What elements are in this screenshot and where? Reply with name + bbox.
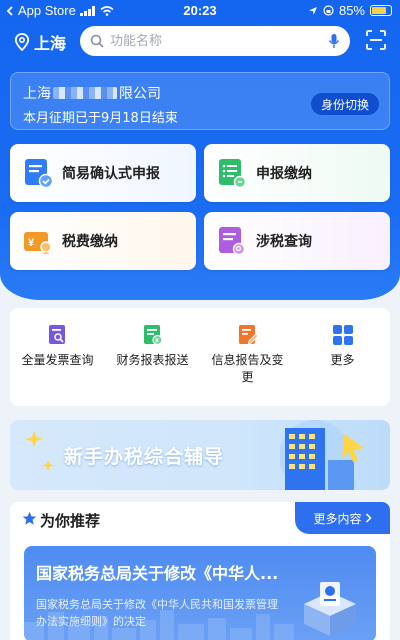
- building-illustration: [280, 420, 364, 490]
- news-title: 国家税务总局关于修改《中华人...: [36, 564, 279, 583]
- location-label: 上海: [34, 34, 67, 53]
- recommend-title: 为你推荐: [40, 512, 101, 530]
- more-content-label: 更多内容: [313, 511, 362, 526]
- list-form-icon: [219, 159, 247, 189]
- service-more[interactable]: 更多: [295, 324, 390, 406]
- battery-icon: [370, 5, 392, 16]
- chevron-right-icon: [365, 513, 372, 523]
- wallet-yuan-icon: ¥: [24, 232, 52, 254]
- service-info-report[interactable]: 信息报告及变更: [200, 324, 295, 406]
- tile-tax-payment[interactable]: ¥ 税费缴纳: [10, 212, 196, 270]
- service-label: 更多: [330, 353, 355, 367]
- tile-label: 税费缴纳: [62, 234, 118, 250]
- scan-icon[interactable]: [366, 30, 386, 50]
- tile-label: 涉税查询: [256, 234, 312, 250]
- status-bar: App Store 20:23 85%: [0, 0, 400, 22]
- sparkle-icon: [25, 430, 54, 471]
- service-label: 全量发票查询: [21, 353, 94, 367]
- search-input[interactable]: [110, 33, 328, 49]
- redacted-text: [53, 87, 117, 99]
- microphone-icon[interactable]: [328, 33, 340, 49]
- tile-label: 简易确认式申报: [62, 166, 160, 182]
- tile-simple-declaration[interactable]: 简易确认式申报: [10, 144, 196, 202]
- search-icon: [90, 34, 104, 48]
- tile-tax-query[interactable]: 涉税查询: [204, 212, 390, 270]
- document-check-icon: [25, 159, 54, 189]
- svg-text:¥: ¥: [28, 237, 35, 249]
- book-illustration: [304, 582, 356, 636]
- grid-more-icon: [332, 325, 353, 345]
- top-header: 上海: [0, 26, 400, 58]
- service-financial-report[interactable]: ¥ 财务报表报送: [105, 324, 200, 406]
- invoice-search-icon: [48, 325, 65, 344]
- location-arrow-icon: [308, 6, 317, 15]
- star-icon: [22, 511, 37, 525]
- orientation-lock-icon: [323, 5, 334, 16]
- quick-services: 全量发票查询 ¥ 财务报表报送 信息报告及变更 更多: [10, 308, 390, 406]
- company-name: 上海 限公司: [23, 83, 161, 103]
- report-yuan-icon: ¥: [143, 325, 163, 346]
- service-label: 信息报告及变更: [211, 353, 284, 384]
- recommend-header: 为你推荐 更多内容: [10, 502, 390, 536]
- identity-switch-button[interactable]: 身份切换: [310, 93, 379, 115]
- banner-text: 新手办税综合辅导: [64, 446, 225, 468]
- company-name-suffix: 限公司: [119, 86, 161, 102]
- period-notice: 本月征期已于9月18日结束: [23, 111, 178, 126]
- more-content-link[interactable]: 更多内容: [295, 502, 390, 534]
- location-pin-icon: [14, 33, 30, 51]
- news-subtitle: 国家税务总局关于修改《中华人民共和国发票管理办法实施细则》的决定: [36, 598, 278, 628]
- company-card: 上海 限公司 本月征期已于9月18日结束 身份切换: [10, 72, 390, 130]
- tile-declare-pay[interactable]: 申报缴纳: [204, 144, 390, 202]
- recommend-body: 国家税务总局关于修改《中华人... 国家税务总局关于修改《中华人民共和国发票管理…: [10, 536, 390, 640]
- edit-report-icon: [238, 325, 259, 345]
- search-bar[interactable]: [80, 26, 350, 56]
- news-card[interactable]: 国家税务总局关于修改《中华人... 国家税务总局关于修改《中华人民共和国发票管理…: [24, 546, 376, 640]
- tile-label: 申报缴纳: [256, 166, 312, 182]
- company-name-prefix: 上海: [23, 86, 51, 102]
- battery-percent: 85%: [338, 3, 365, 18]
- document-search-icon: [219, 227, 246, 256]
- service-invoice-query[interactable]: 全量发票查询: [10, 324, 105, 406]
- tutorial-banner[interactable]: 新手办税综合辅导: [10, 420, 390, 490]
- status-right: 85%: [308, 3, 392, 18]
- service-label: 财务报表报送: [116, 353, 189, 367]
- location-selector[interactable]: 上海: [14, 30, 66, 54]
